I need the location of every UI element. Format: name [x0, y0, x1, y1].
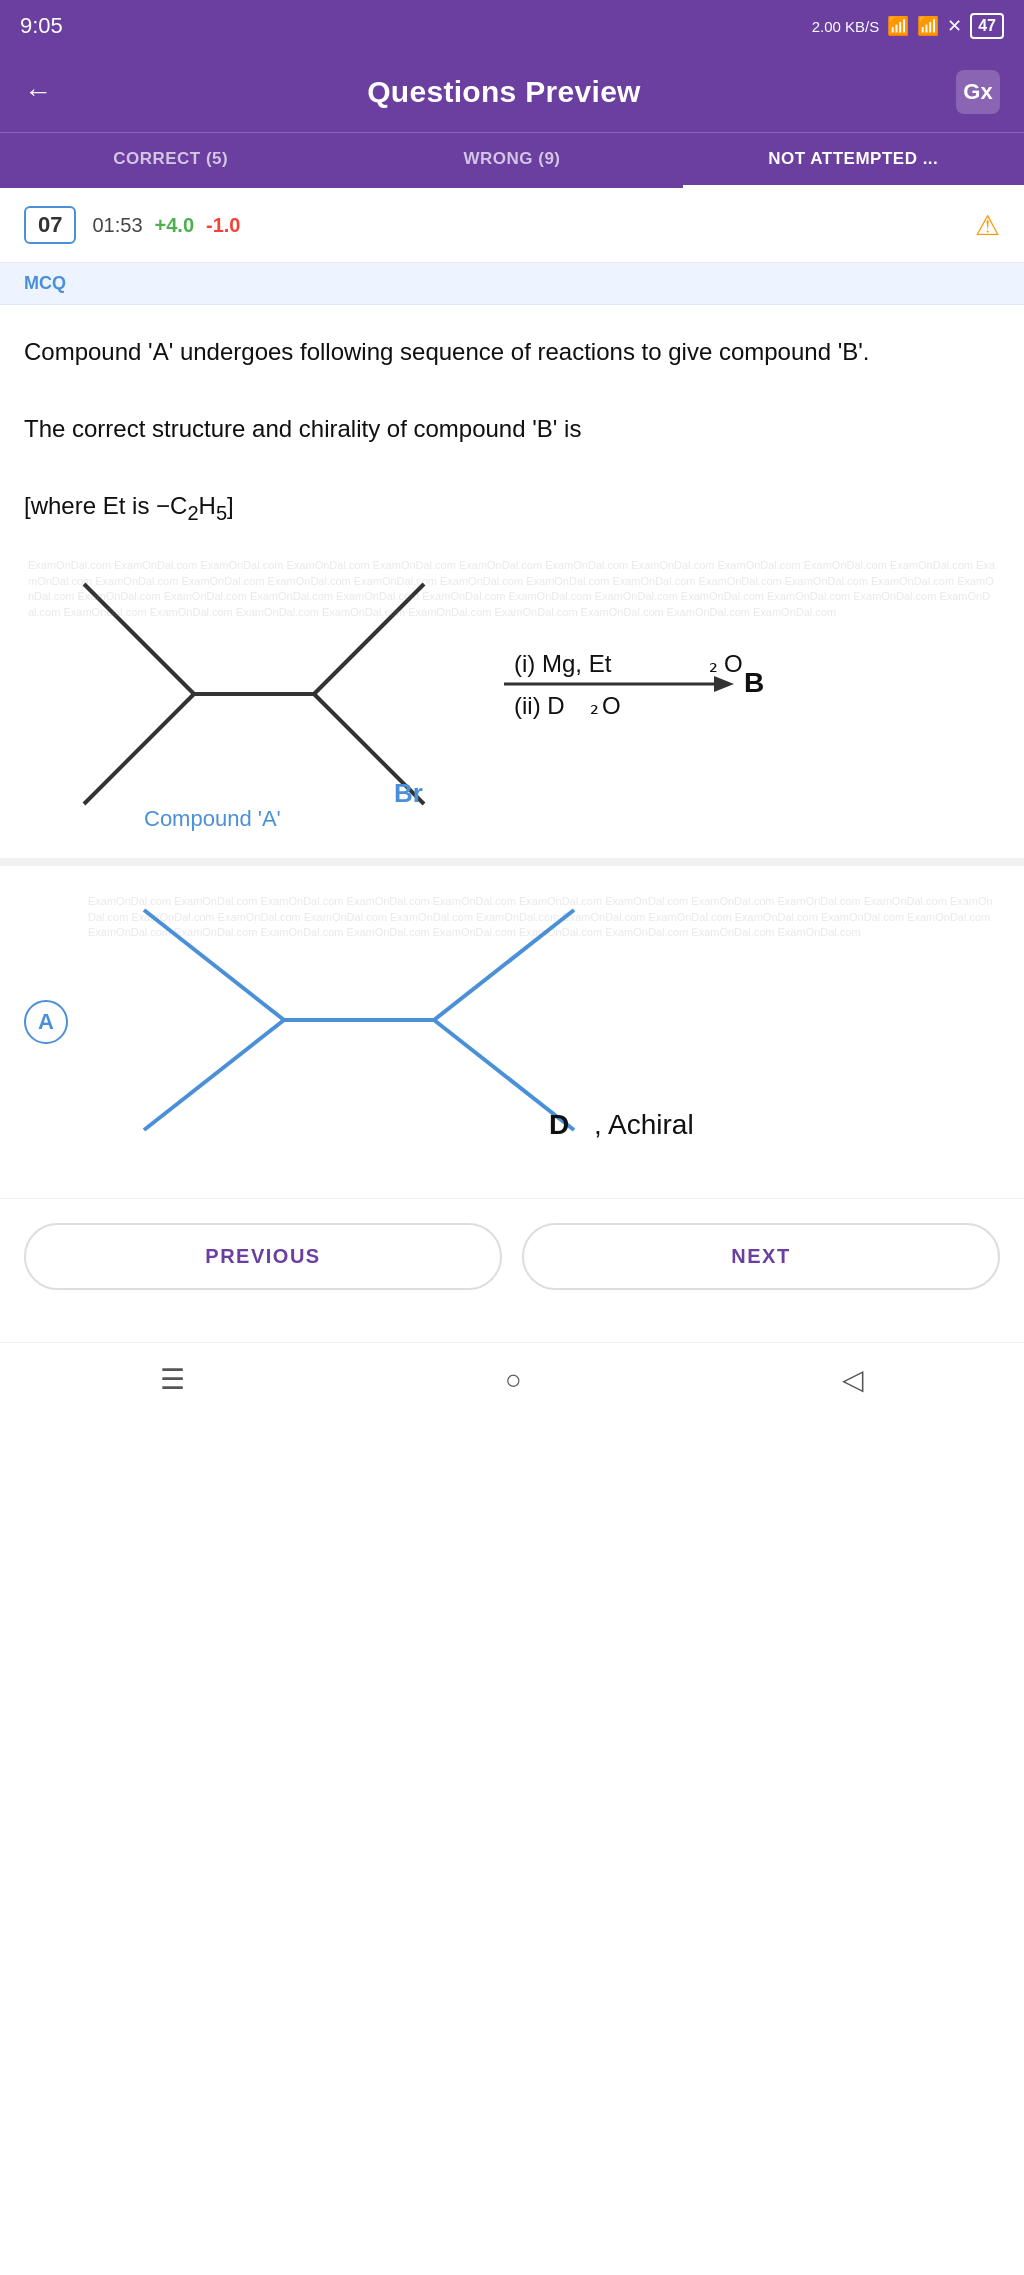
back-button[interactable]: ←	[24, 76, 52, 108]
option-a-svg: D , Achiral	[84, 890, 934, 1150]
previous-button[interactable]: PREVIOUS	[24, 1223, 502, 1290]
positive-marks: +4.0	[155, 214, 194, 237]
svg-text:Compound 'A': Compound 'A'	[144, 806, 281, 831]
question-text: Compound 'A' undergoes following sequenc…	[0, 305, 1024, 544]
compound-a-diagram: ExamOnDal.com ExamOnDal.com ExamOnDal.co…	[0, 544, 1024, 858]
wifi-icon: 📶	[887, 15, 909, 37]
tab-wrong[interactable]: WRONG (9)	[341, 133, 682, 188]
svg-line-0	[84, 584, 194, 694]
warning-icon: ⚠	[975, 209, 1000, 242]
option-a-circle[interactable]: A	[24, 1000, 68, 1044]
menu-icon[interactable]: ☰	[160, 1363, 185, 1396]
speed-indicator: 2.00 KB/S	[812, 18, 880, 35]
svg-line-19	[434, 910, 574, 1020]
svg-text:₂: ₂	[590, 694, 599, 719]
question-line-3: [where Et is −C2H5]	[24, 487, 1000, 529]
answer-section: A ExamOnDal.com ExamOnDal.com ExamOnDal.…	[0, 858, 1024, 1182]
svg-text:O: O	[724, 650, 743, 677]
svg-text:D: D	[549, 1109, 569, 1140]
question-line-2: The correct structure and chirality of c…	[24, 410, 1000, 448]
tab-not-attempted[interactable]: NOT ATTEMPTED ...	[683, 133, 1024, 188]
question-card: 07 01:53 +4.0 -1.0 ⚠ MCQ Compound 'A' un…	[0, 188, 1024, 1334]
svg-line-16	[144, 910, 284, 1020]
signal-icon: 📶	[917, 15, 939, 37]
battery-indicator: 47	[970, 13, 1004, 39]
home-icon[interactable]: ○	[505, 1364, 522, 1396]
next-button[interactable]: NEXT	[522, 1223, 1000, 1290]
question-meta: 01:53 +4.0 -1.0	[92, 214, 975, 237]
content-area: 07 01:53 +4.0 -1.0 ⚠ MCQ Compound 'A' un…	[0, 188, 1024, 1334]
option-a[interactable]: A ExamOnDal.com ExamOnDal.com ExamOnDal.…	[24, 890, 1000, 1154]
svg-line-3	[314, 584, 424, 694]
question-time: 01:53	[92, 214, 142, 237]
svg-text:, Achiral: , Achiral	[594, 1109, 694, 1140]
question-line-1: Compound 'A' undergoes following sequenc…	[24, 333, 1000, 371]
option-a-label: A	[38, 1009, 54, 1035]
header: ← Questions Preview Gx	[0, 52, 1024, 132]
negative-marks: -1.0	[206, 214, 240, 237]
svg-text:(ii) D: (ii) D	[514, 692, 565, 719]
svg-marker-8	[714, 676, 734, 692]
status-bar: 9:05 2.00 KB/S 📶 📶 ✕ 47	[0, 0, 1024, 52]
option-a-image: ExamOnDal.com ExamOnDal.com ExamOnDal.co…	[84, 890, 1000, 1154]
svg-text:(i) Mg, Et: (i) Mg, Et	[514, 650, 612, 677]
x-icon: ✕	[947, 15, 962, 37]
back-nav-icon[interactable]: ◁	[842, 1363, 864, 1396]
question-header: 07 01:53 +4.0 -1.0 ⚠	[0, 188, 1024, 263]
translate-icon: Gx	[963, 79, 992, 105]
status-time: 9:05	[20, 13, 63, 39]
svg-line-1	[84, 694, 194, 804]
tabs-bar: CORRECT (5) WRONG (9) NOT ATTEMPTED ...	[0, 132, 1024, 188]
svg-text:B: B	[744, 667, 764, 698]
bottom-buttons: PREVIOUS NEXT	[0, 1198, 1024, 1314]
svg-text:O: O	[602, 692, 621, 719]
question-type-label: MCQ	[0, 263, 1024, 305]
svg-text:Br: Br	[394, 778, 423, 808]
status-icons: 2.00 KB/S 📶 📶 ✕ 47	[812, 13, 1004, 39]
translate-button[interactable]: Gx	[956, 70, 1000, 114]
question-number: 07	[24, 206, 76, 244]
page-title: Questions Preview	[367, 75, 641, 109]
reaction-svg: Br Compound 'A' (i) Mg, Et ₂ O (ii) D ₂ …	[24, 554, 984, 834]
svg-text:₂: ₂	[709, 652, 718, 677]
svg-line-17	[144, 1020, 284, 1130]
navigation-bar: ☰ ○ ◁	[0, 1342, 1024, 1424]
tab-correct[interactable]: CORRECT (5)	[0, 133, 341, 188]
